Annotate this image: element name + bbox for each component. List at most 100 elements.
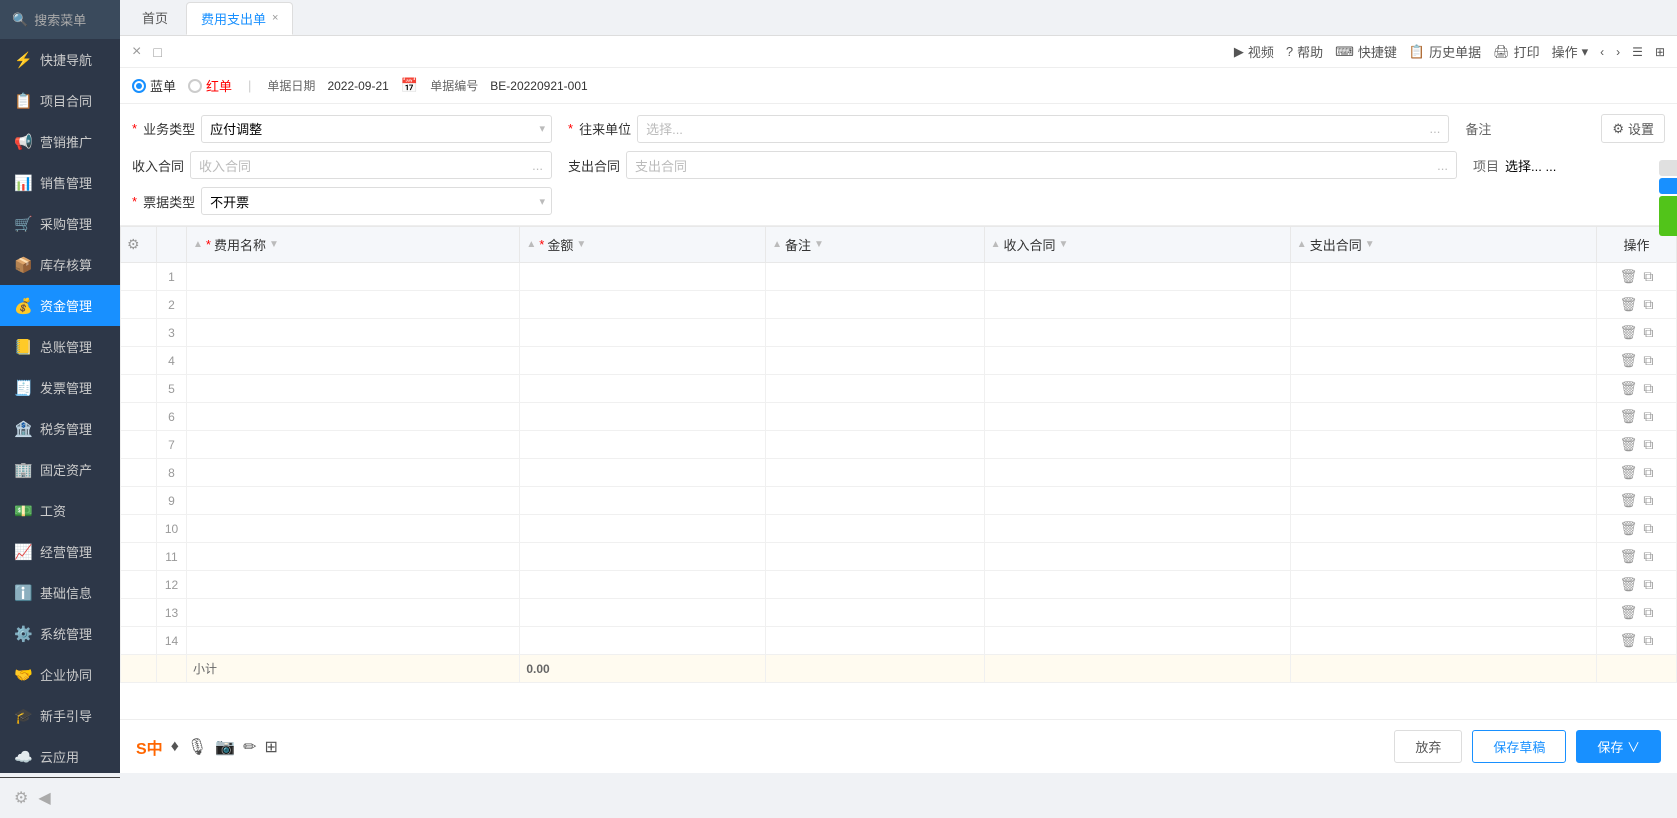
row-expense-contract-cell[interactable]	[1290, 459, 1596, 487]
row-copy-icon[interactable]: ⧉	[1643, 296, 1653, 313]
row-income-contract-cell[interactable]	[984, 319, 1290, 347]
history-btn[interactable]: 📋 历史单据	[1409, 42, 1481, 61]
row-delete-icon[interactable]: 🗑	[1620, 464, 1638, 481]
diamond-icon[interactable]: ♦	[171, 738, 179, 756]
row-income-contract-cell[interactable]	[984, 403, 1290, 431]
sidebar-item-new-guide[interactable]: 🎓新手引导	[0, 695, 120, 736]
row-copy-icon[interactable]: ⧉	[1643, 576, 1653, 593]
settings-button[interactable]: ⚙ 设置	[1601, 114, 1665, 143]
row-remark-cell[interactable]	[766, 599, 985, 627]
row-income-contract-cell[interactable]	[984, 599, 1290, 627]
row-copy-icon[interactable]: ⧉	[1643, 268, 1653, 285]
row-expense-contract-cell[interactable]	[1290, 347, 1596, 375]
row-amount-cell[interactable]	[520, 571, 766, 599]
sidebar-item-project-contract[interactable]: 📋项目合同	[0, 80, 120, 121]
volume-bottom-icon[interactable]: ◀	[38, 788, 50, 808]
row-copy-icon[interactable]: ⧉	[1643, 436, 1653, 453]
tab-expense[interactable]: 费用支出单 ×	[186, 2, 293, 35]
sort-up-remark-icon[interactable]: ▲	[772, 239, 782, 250]
row-name-cell[interactable]	[187, 487, 520, 515]
row-name-cell[interactable]	[187, 263, 520, 291]
row-income-contract-cell[interactable]	[984, 515, 1290, 543]
sidebar-item-corp-collab[interactable]: 🤝企业协同	[0, 654, 120, 695]
sidebar-item-basic-info[interactable]: ℹ️基础信息	[0, 572, 120, 613]
table-gear-icon[interactable]: ⚙	[127, 236, 140, 252]
row-name-cell[interactable]	[187, 347, 520, 375]
row-delete-icon[interactable]: 🗑	[1620, 576, 1638, 593]
row-copy-icon[interactable]: ⧉	[1643, 408, 1653, 425]
income-contract-input[interactable]: 收入合同 ...	[190, 151, 552, 179]
sidebar-search[interactable]: 🔍 搜索菜单	[0, 0, 120, 39]
row-income-contract-cell[interactable]	[984, 263, 1290, 291]
row-income-contract-cell[interactable]	[984, 431, 1290, 459]
project-input[interactable]: 选择... ...	[1505, 156, 1665, 175]
discard-button[interactable]: 放弃	[1394, 730, 1462, 763]
row-copy-icon[interactable]: ⧉	[1643, 604, 1653, 621]
row-amount-cell[interactable]	[520, 543, 766, 571]
sort-up-icon[interactable]: ▲	[193, 239, 203, 250]
row-name-cell[interactable]	[187, 599, 520, 627]
row-amount-cell[interactable]	[520, 459, 766, 487]
row-remark-cell[interactable]	[766, 571, 985, 599]
row-amount-cell[interactable]	[520, 319, 766, 347]
row-expense-contract-cell[interactable]	[1290, 543, 1596, 571]
row-expense-contract-cell[interactable]	[1290, 375, 1596, 403]
video-btn[interactable]: ▶ 视频	[1234, 42, 1274, 61]
row-income-contract-cell[interactable]	[984, 291, 1290, 319]
sort-down-income-icon[interactable]: ▼	[1059, 239, 1069, 250]
row-expense-contract-cell[interactable]	[1290, 263, 1596, 291]
row-remark-cell[interactable]	[766, 431, 985, 459]
sidebar-item-payroll[interactable]: 💵工资	[0, 490, 120, 531]
row-expense-contract-cell[interactable]	[1290, 403, 1596, 431]
row-name-cell[interactable]	[187, 291, 520, 319]
help-btn[interactable]: ? 帮助	[1286, 42, 1323, 61]
row-amount-cell[interactable]	[520, 627, 766, 655]
row-income-contract-cell[interactable]	[984, 375, 1290, 403]
row-amount-cell[interactable]	[520, 375, 766, 403]
sidebar-item-quick-nav[interactable]: ⚡快捷导航	[0, 39, 120, 80]
row-expense-contract-cell[interactable]	[1290, 487, 1596, 515]
row-amount-cell[interactable]	[520, 515, 766, 543]
row-amount-cell[interactable]	[520, 487, 766, 515]
row-copy-icon[interactable]: ⧉	[1643, 632, 1653, 649]
grid-icon[interactable]: ⊞	[265, 737, 278, 757]
row-expense-contract-cell[interactable]	[1290, 515, 1596, 543]
row-remark-cell[interactable]	[766, 403, 985, 431]
sidebar-item-fixed-assets[interactable]: 🏢固定资产	[0, 449, 120, 490]
row-remark-cell[interactable]	[766, 543, 985, 571]
sidebar-item-sys-mgmt[interactable]: ⚙️系统管理	[0, 613, 120, 654]
list-view-btn[interactable]: ☰	[1632, 45, 1643, 59]
camera-icon[interactable]: 📷	[215, 737, 235, 757]
sort-up-amount-icon[interactable]: ▲	[526, 239, 536, 250]
row-amount-cell[interactable]	[520, 347, 766, 375]
row-delete-icon[interactable]: 🗑	[1620, 380, 1638, 397]
row-copy-icon[interactable]: ⧉	[1643, 464, 1653, 481]
row-remark-cell[interactable]	[766, 487, 985, 515]
right-tab-3[interactable]	[1659, 196, 1677, 236]
row-remark-cell[interactable]	[766, 375, 985, 403]
row-income-contract-cell[interactable]	[984, 543, 1290, 571]
row-remark-cell[interactable]	[766, 347, 985, 375]
row-delete-icon[interactable]: 🗑	[1620, 268, 1638, 285]
row-name-cell[interactable]	[187, 459, 520, 487]
row-income-contract-cell[interactable]	[984, 459, 1290, 487]
row-amount-cell[interactable]	[520, 431, 766, 459]
sidebar-item-inventory[interactable]: 📦库存核算	[0, 244, 120, 285]
calendar-icon[interactable]: 📅	[401, 77, 418, 94]
row-delete-icon[interactable]: 🗑	[1620, 324, 1638, 341]
sort-down-expense-icon[interactable]: ▼	[1365, 239, 1375, 250]
sidebar-item-marketing[interactable]: 📢营销推广	[0, 121, 120, 162]
shortcut-btn[interactable]: ⌨ 快捷键	[1335, 42, 1397, 61]
nav-next-btn[interactable]: ›	[1616, 45, 1620, 59]
row-amount-cell[interactable]	[520, 403, 766, 431]
edit-icon[interactable]: ✏	[243, 737, 256, 757]
row-delete-icon[interactable]: 🗑	[1620, 436, 1638, 453]
sidebar-item-tax[interactable]: 🏦税务管理	[0, 408, 120, 449]
counterpart-input[interactable]: 选择... ...	[637, 115, 1449, 143]
row-name-cell[interactable]	[187, 515, 520, 543]
row-delete-icon[interactable]: 🗑	[1620, 520, 1638, 537]
biz-type-input[interactable]: 应付调整 ▾	[201, 115, 552, 143]
sort-down-remark-icon[interactable]: ▼	[814, 239, 824, 250]
action-btn[interactable]: 操作 ▾	[1552, 42, 1589, 61]
row-expense-contract-cell[interactable]	[1290, 627, 1596, 655]
